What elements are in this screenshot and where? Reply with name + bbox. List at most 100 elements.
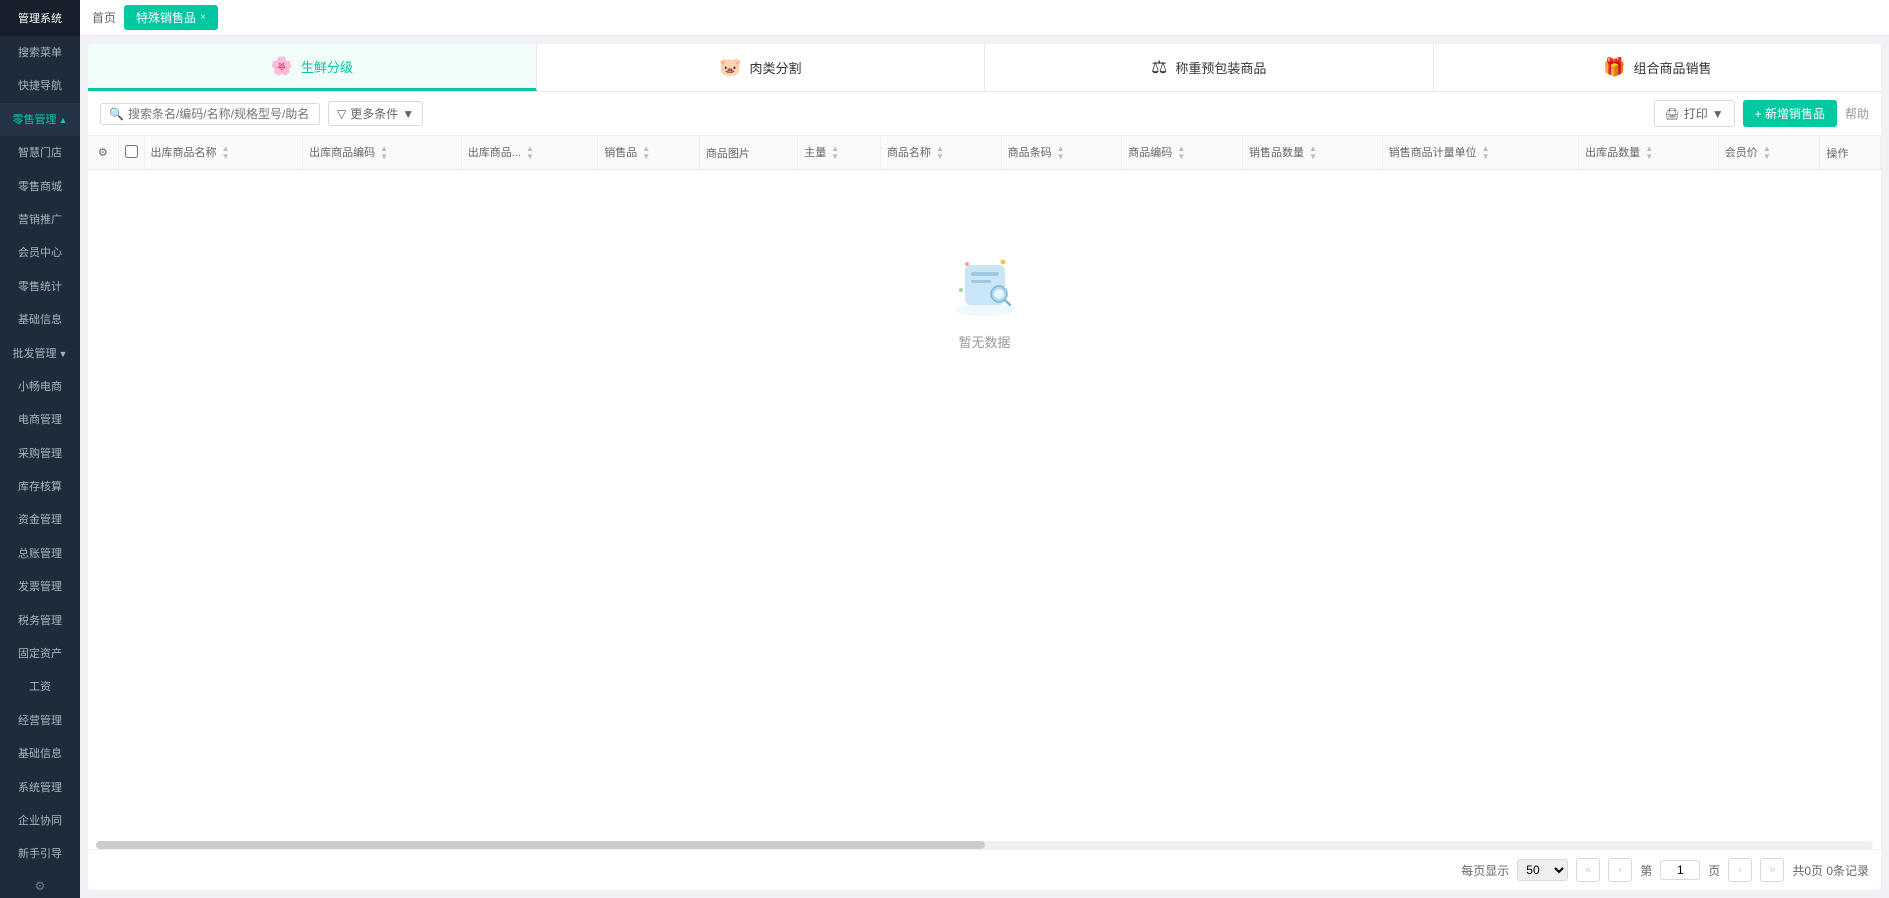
home-link[interactable]: 首页 xyxy=(92,9,116,26)
last-page-button[interactable]: » xyxy=(1760,858,1784,882)
col-member-price[interactable]: 会员价 ▲▼ xyxy=(1718,136,1820,170)
toolbar: 🔍 ▽ 更多条件 ▼ 🖨 打印 ▼ + 新增销售品 帮助 xyxy=(88,92,1881,136)
sort-icon: ▲▼ xyxy=(1763,145,1771,161)
search-icon: 🔍 xyxy=(109,107,124,121)
page-content: 🌸 生鲜分级 🐷 肉类分割 ⚖ 称重预包装商品 🎁 组合商品销售 🔍 xyxy=(88,44,1881,890)
sidebar-item-quick-nav[interactable]: 快捷导航 xyxy=(0,69,80,102)
sidebar-item-ecommerce-mgmt[interactable]: 电商管理 xyxy=(0,403,80,436)
sidebar-item-inventory-check[interactable]: 库存核算 xyxy=(0,470,80,503)
pagination: 每页显示 50 10 20 100 « ‹ 第 页 › » 共0页 0条记录 xyxy=(88,849,1881,890)
col-settings[interactable]: ⚙ xyxy=(88,136,118,170)
data-table: ⚙ 出库商品名称 ▲▼ 出库商品编码 ▲▼ 出库商品... ▲▼ xyxy=(88,136,1881,170)
add-sales-button[interactable]: + 新增销售品 xyxy=(1743,100,1837,127)
sidebar-item-retail-mall[interactable]: 零售商城 xyxy=(0,170,80,203)
filter-button[interactable]: ▽ 更多条件 ▼ xyxy=(328,101,423,126)
col-out-product-spec[interactable]: 出库商品... ▲▼ xyxy=(461,136,598,170)
main-content: 首页 特殊销售品 × 🌸 生鲜分级 🐷 肉类分割 ⚖ 称重预包装商品 🎁 组合商… xyxy=(80,0,1889,898)
sort-icon: ▲▼ xyxy=(1309,145,1317,161)
tab-fresh-grade[interactable]: 🌸 生鲜分级 xyxy=(88,44,537,91)
sidebar-item-tax-mgmt[interactable]: 税务管理 xyxy=(0,604,80,637)
sidebar-item-beginner-guide[interactable]: 新手引导 xyxy=(0,837,80,870)
topbar: 首页 特殊销售品 × xyxy=(80,0,1889,36)
first-page-button[interactable]: « xyxy=(1576,858,1600,882)
sort-icon: ▲▼ xyxy=(831,145,839,161)
special-sales-tab[interactable]: 特殊销售品 × xyxy=(124,5,218,30)
horizontal-scrollbar[interactable] xyxy=(96,841,1873,849)
sidebar-item-basic-info[interactable]: 基础信息 xyxy=(0,303,80,336)
sidebar-item-ops-mgmt[interactable]: 经营管理 xyxy=(0,704,80,737)
col-out-product-code[interactable]: 出库商品编码 ▲▼ xyxy=(303,136,462,170)
meat-cut-icon: 🐷 xyxy=(719,57,741,78)
table-container: ⚙ 出库商品名称 ▲▼ 出库商品编码 ▲▼ 出库商品... ▲▼ xyxy=(88,136,1881,841)
print-label: 打印 xyxy=(1684,105,1708,122)
filter-label: 更多条件 xyxy=(350,105,398,122)
retail-mgmt-arrow: ▲ xyxy=(59,114,68,127)
col-out-qty[interactable]: 出库品数量 ▲▼ xyxy=(1579,136,1719,170)
col-sales-product[interactable]: 销售品 ▲▼ xyxy=(598,136,700,170)
page-suffix: 页 xyxy=(1708,862,1720,879)
sidebar-item-wages[interactable]: 工资 xyxy=(0,670,80,703)
toolbar-left: 🔍 ▽ 更多条件 ▼ xyxy=(100,101,423,126)
empty-state: 暂无数据 xyxy=(88,170,1881,431)
sidebar-item-purchase-mgmt[interactable]: 采购管理 xyxy=(0,437,80,470)
sidebar-item-smart-store[interactable]: 智慧门店 xyxy=(0,136,80,169)
settings-icon[interactable]: ⚙ xyxy=(0,871,80,898)
sidebar-item-enterprise-mgmt[interactable]: 企业协同 xyxy=(0,804,80,837)
sort-icon: ▲▼ xyxy=(222,145,230,161)
sidebar-item-invoice-mgmt[interactable]: 发票管理 xyxy=(0,570,80,603)
sidebar-item-system-mgmt[interactable]: 系统管理 xyxy=(0,771,80,804)
scrollbar-thumb[interactable] xyxy=(96,841,985,849)
empty-illustration xyxy=(945,250,1025,320)
col-main-amount[interactable]: 主量 ▲▼ xyxy=(798,136,881,170)
col-action: 操作 xyxy=(1820,136,1881,170)
col-sales-unit[interactable]: 销售商品计量单位 ▲▼ xyxy=(1382,136,1579,170)
add-label: + 新增销售品 xyxy=(1755,105,1825,122)
sidebar-item-fixed-assets[interactable]: 固定资产 xyxy=(0,637,80,670)
sidebar-item-member-center[interactable]: 会员中心 xyxy=(0,236,80,269)
wholesale-arrow: ▼ xyxy=(59,348,68,361)
search-input[interactable] xyxy=(128,107,308,121)
meat-cut-label: 肉类分割 xyxy=(749,58,801,77)
sidebar-item-mini-program[interactable]: 小畅电商 xyxy=(0,370,80,403)
sort-icon: ▲▼ xyxy=(380,145,388,161)
fresh-grade-icon: 🌸 xyxy=(271,56,293,77)
col-product-code[interactable]: 商品编码 ▲▼ xyxy=(1122,136,1243,170)
select-all-checkbox[interactable] xyxy=(125,145,138,158)
prev-page-button[interactable]: ‹ xyxy=(1608,858,1632,882)
col-checkbox[interactable] xyxy=(118,136,144,170)
next-page-button[interactable]: › xyxy=(1728,858,1752,882)
sidebar-item-basic-info2[interactable]: 基础信息 xyxy=(0,737,80,770)
sidebar-logo: 管理系统 xyxy=(0,0,80,36)
tab-meat-cut[interactable]: 🐷 肉类分割 xyxy=(537,44,986,91)
sidebar-item-marketing[interactable]: 营销推广 xyxy=(0,203,80,236)
combo-sales-label: 组合商品销售 xyxy=(1633,58,1711,77)
col-product-image: 商品图片 xyxy=(699,136,797,170)
weight-prepack-label: 称重预包装商品 xyxy=(1175,58,1266,77)
sidebar: 管理系统 搜索菜单 快捷导航 零售管理▲ 智慧门店 零售商城 营销推广 会员中心… xyxy=(0,0,80,898)
print-button[interactable]: 🖨 打印 ▼ xyxy=(1654,100,1735,127)
help-button[interactable]: 帮助 xyxy=(1845,105,1869,122)
col-sales-qty[interactable]: 销售品数量 ▲▼ xyxy=(1242,136,1382,170)
page-input[interactable] xyxy=(1660,860,1700,880)
search-box[interactable]: 🔍 xyxy=(100,103,320,125)
sidebar-item-retail-stats[interactable]: 零售统计 xyxy=(0,270,80,303)
per-page-select[interactable]: 50 10 20 100 xyxy=(1517,859,1568,881)
tab-close-icon[interactable]: × xyxy=(200,12,206,23)
per-page-label: 每页显示 xyxy=(1461,862,1509,879)
weight-prepack-icon: ⚖ xyxy=(1151,57,1167,78)
col-out-product-name[interactable]: 出库商品名称 ▲▼ xyxy=(144,136,303,170)
empty-svg xyxy=(945,250,1025,320)
sidebar-item-retail-mgmt[interactable]: 零售管理▲ xyxy=(0,103,80,136)
sidebar-item-ledger-mgmt[interactable]: 总账管理 xyxy=(0,537,80,570)
col-product-barcode[interactable]: 商品条码 ▲▼ xyxy=(1001,136,1122,170)
sort-icon: ▲▼ xyxy=(1645,145,1653,161)
sidebar-item-search-menu[interactable]: 搜索菜单 xyxy=(0,36,80,69)
sidebar-item-wholesale-mgmt[interactable]: 批发管理▼ xyxy=(0,337,80,370)
tab-combo-sales[interactable]: 🎁 组合商品销售 xyxy=(1434,44,1882,91)
col-product-name[interactable]: 商品名称 ▲▼ xyxy=(880,136,1001,170)
tab-weight-prepack[interactable]: ⚖ 称重预包装商品 xyxy=(985,44,1434,91)
filter-icon: ▽ xyxy=(337,107,346,121)
filter-arrow-icon: ▼ xyxy=(402,107,414,121)
empty-text: 暂无数据 xyxy=(958,332,1010,351)
sidebar-item-capital-mgmt[interactable]: 资金管理 xyxy=(0,503,80,536)
